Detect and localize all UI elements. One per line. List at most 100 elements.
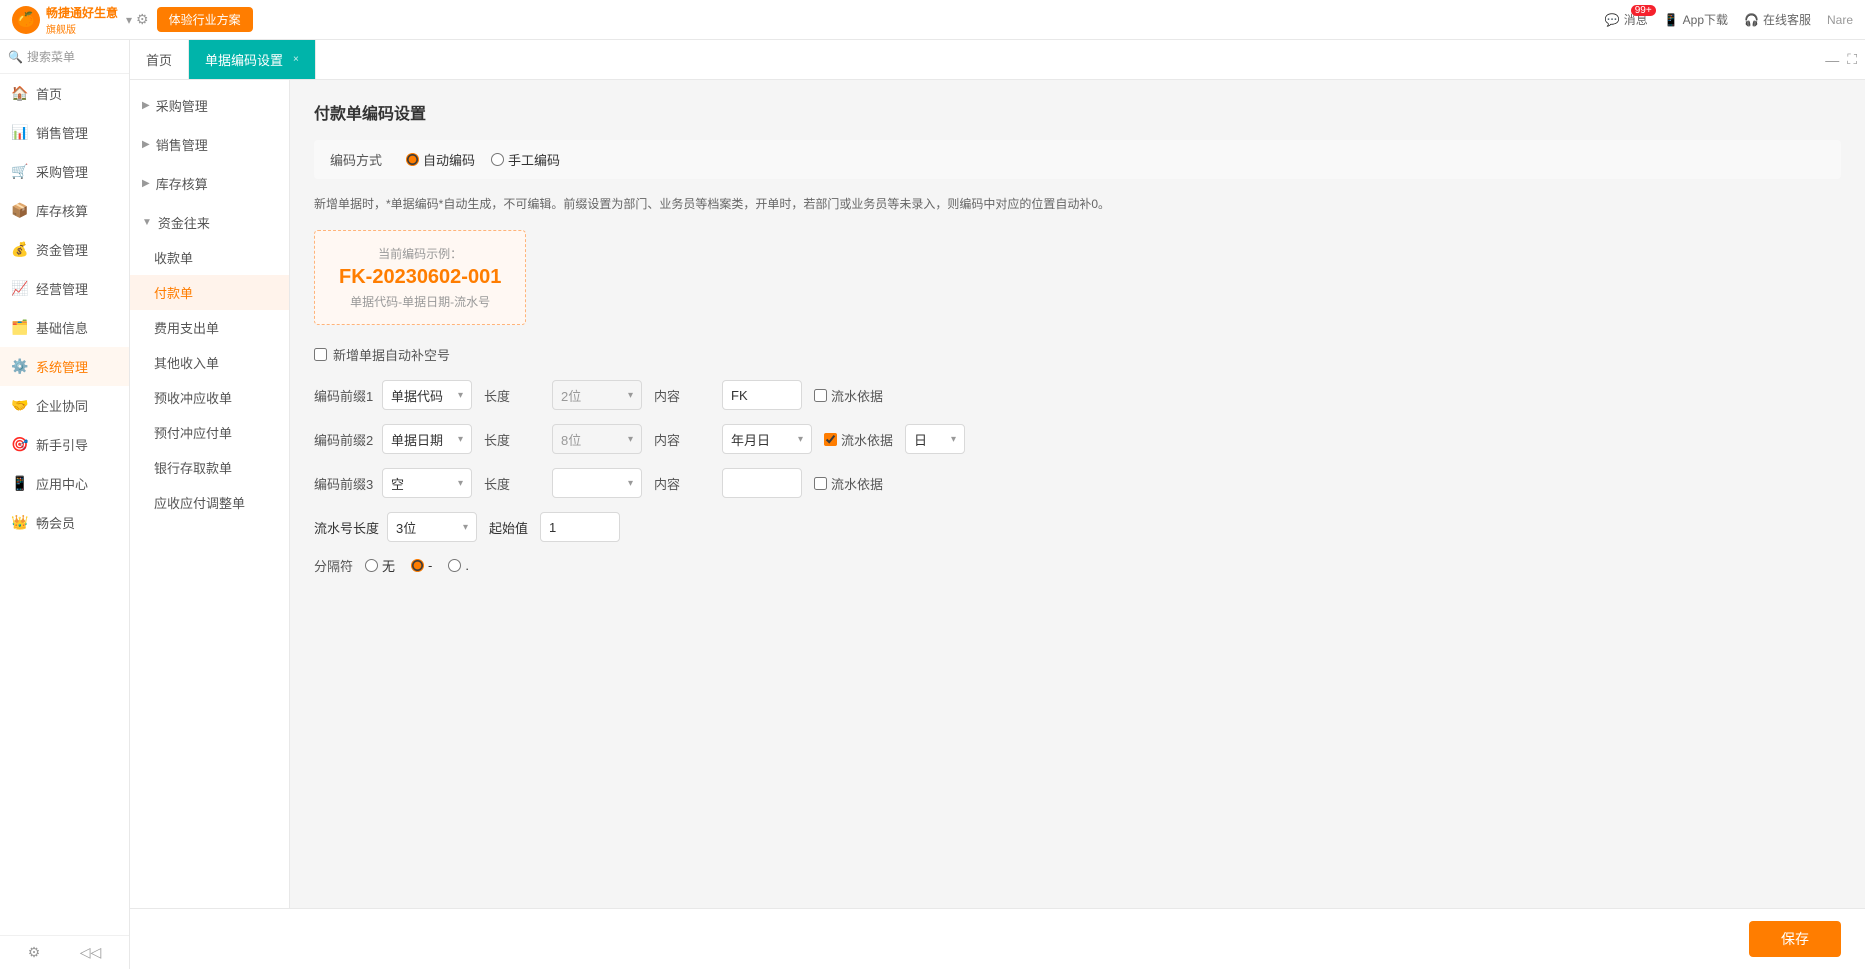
sep-dot-option[interactable]: . bbox=[448, 558, 469, 573]
cooperation-icon: 🤝 bbox=[12, 398, 28, 414]
subnav-item-bank[interactable]: 银行存取款单 bbox=[130, 450, 289, 485]
prefix-row-2: 编码前缀2 单据日期 ▾ 长度 8位 ▾ 内容 bbox=[314, 424, 1841, 454]
online-service-btn[interactable]: 🎧 在线客服 bbox=[1744, 11, 1811, 28]
subnav-item-expense[interactable]: 费用支出单 bbox=[130, 310, 289, 345]
auto-encoding-radio[interactable] bbox=[406, 153, 419, 166]
prefix-row-3: 编码前缀3 空 ▾ 长度 ▾ 内容 bbox=[314, 468, 1841, 498]
prefix2-value: 单据日期 bbox=[391, 430, 443, 449]
sidebar-search[interactable]: 🔍 搜索菜单 bbox=[0, 40, 129, 74]
form-area: 付款单编码设置 编码方式 自动编码 手工编码 bbox=[290, 80, 1865, 908]
sep-dash-radio[interactable] bbox=[411, 559, 424, 572]
home-icon: 🏠 bbox=[12, 86, 28, 102]
collapse-icon[interactable]: ◁◁ bbox=[80, 944, 102, 961]
sidebar-item-inventory[interactable]: 📦 库存核算 bbox=[0, 191, 129, 230]
nav-arrow[interactable]: ▾ bbox=[126, 13, 132, 27]
flow-checkbox-2[interactable]: 流水依据 bbox=[824, 430, 893, 449]
tab-actions: — ⛶ bbox=[1817, 51, 1865, 68]
flow-check-1[interactable] bbox=[814, 389, 827, 402]
sidebar-item-basic-info[interactable]: 🗂️ 基础信息 bbox=[0, 308, 129, 347]
main-layout: 🔍 搜索菜单 🏠 首页 📊 销售管理 🛒 采购管理 📦 库存核算 💰 资金管理 … bbox=[0, 40, 1865, 969]
prefix2-label: 编码前缀2 bbox=[314, 430, 374, 449]
sep-none-radio[interactable] bbox=[365, 559, 378, 572]
subnav-purchase-title[interactable]: ▶ 采购管理 bbox=[130, 88, 289, 123]
logo-badge: 旗舰版 bbox=[46, 21, 118, 36]
sep-none-option[interactable]: 无 bbox=[365, 556, 395, 575]
chevron-down-icon: ▼ bbox=[142, 217, 152, 228]
sidebar-item-home[interactable]: 🏠 首页 bbox=[0, 74, 129, 113]
save-button[interactable]: 保存 bbox=[1749, 921, 1841, 957]
sep-dot-radio[interactable] bbox=[448, 559, 461, 572]
subnav-sales-title[interactable]: ▶ 销售管理 bbox=[130, 127, 289, 162]
sidebar-item-operations[interactable]: 📈 经营管理 bbox=[0, 269, 129, 308]
length3-group: 长度 ▾ bbox=[484, 468, 642, 498]
auto-fill-checkbox[interactable] bbox=[314, 348, 327, 361]
subnav-group-purchase: ▶ 采购管理 bbox=[130, 88, 289, 123]
content3-input[interactable] bbox=[722, 468, 802, 498]
subnav-item-payment[interactable]: 付款单 bbox=[130, 275, 289, 310]
subnav-item-receipt[interactable]: 收款单 bbox=[130, 240, 289, 275]
flow-unit-select[interactable]: 日 ▾ bbox=[905, 424, 965, 454]
tab-bar: 首页 单据编码设置 × — ⛶ bbox=[130, 40, 1865, 80]
manual-encoding-radio[interactable] bbox=[491, 153, 504, 166]
length1-label: 长度 bbox=[484, 386, 544, 405]
tab-encoding[interactable]: 单据编码设置 × bbox=[189, 40, 316, 79]
tab-home[interactable]: 首页 bbox=[130, 40, 189, 79]
prefix1-select[interactable]: 单据代码 ▾ bbox=[382, 380, 472, 410]
subnav-purchase-label: 采购管理 bbox=[156, 96, 208, 115]
app-download-btn[interactable]: 📱 App下载 bbox=[1664, 11, 1728, 28]
sidebar-item-cooperation[interactable]: 🤝 企业协同 bbox=[0, 386, 129, 425]
start-value-input[interactable] bbox=[540, 512, 620, 542]
settings-icon[interactable]: ⚙ bbox=[136, 11, 149, 28]
user-name[interactable]: Nare bbox=[1827, 13, 1853, 27]
tab-maximize-icon[interactable]: ⛶ bbox=[1847, 51, 1857, 68]
flow-length-arrow-icon: ▾ bbox=[463, 522, 468, 533]
manual-encoding-option[interactable]: 手工编码 bbox=[491, 150, 560, 169]
length2-arrow-icon: ▾ bbox=[628, 434, 633, 445]
flow-length-select[interactable]: 3位 ▾ bbox=[387, 512, 477, 542]
sep-dash-option[interactable]: - bbox=[411, 558, 432, 573]
flow-check-2[interactable] bbox=[824, 433, 837, 446]
length1-arrow-icon: ▾ bbox=[628, 390, 633, 401]
sidebar-cooperation-label: 企业协同 bbox=[36, 396, 88, 415]
settings-bottom-icon[interactable]: ⚙ bbox=[28, 944, 41, 961]
sidebar-item-system[interactable]: ⚙️ 系统管理 bbox=[0, 347, 129, 386]
length2-group: 长度 8位 ▾ bbox=[484, 424, 642, 454]
content2-select[interactable]: 年月日 ▾ bbox=[722, 424, 812, 454]
trial-button[interactable]: 体验行业方案 bbox=[157, 7, 253, 32]
sidebar-app-center-label: 应用中心 bbox=[36, 474, 88, 493]
sidebar-item-purchase[interactable]: 🛒 采购管理 bbox=[0, 152, 129, 191]
subnav-funds-label: 资金往来 bbox=[158, 213, 210, 232]
sidebar-item-member[interactable]: 👑 畅会员 bbox=[0, 503, 129, 542]
sep-dash-label: - bbox=[428, 558, 432, 573]
content3-label: 内容 bbox=[654, 474, 714, 493]
separator-options: 无 - . bbox=[365, 556, 469, 575]
tab-minimize-icon[interactable]: — bbox=[1825, 52, 1839, 68]
flow-label-1: 流水依据 bbox=[831, 386, 883, 405]
length2-label: 长度 bbox=[484, 430, 544, 449]
auto-fill-row: 新增单据自动补空号 bbox=[314, 345, 1841, 364]
prefix3-select[interactable]: 空 ▾ bbox=[382, 468, 472, 498]
prefix2-select[interactable]: 单据日期 ▾ bbox=[382, 424, 472, 454]
sidebar-item-sales[interactable]: 📊 销售管理 bbox=[0, 113, 129, 152]
subnav-funds-title[interactable]: ▼ 资金往来 bbox=[130, 205, 289, 240]
flow-check-3[interactable] bbox=[814, 477, 827, 490]
subnav-item-prepay-offset[interactable]: 预收冲应收单 bbox=[130, 380, 289, 415]
messages-btn[interactable]: 💬 消息 99+ bbox=[1605, 11, 1648, 28]
subnav-group-sales: ▶ 销售管理 bbox=[130, 127, 289, 162]
length3-select[interactable]: ▾ bbox=[552, 468, 642, 498]
subnav-item-other-income[interactable]: 其他收入单 bbox=[130, 345, 289, 380]
content2-value: 年月日 bbox=[731, 430, 770, 449]
subnav-inventory-title[interactable]: ▶ 库存核算 bbox=[130, 166, 289, 201]
sidebar-item-finance[interactable]: 💰 资金管理 bbox=[0, 230, 129, 269]
length1-value: 2位 bbox=[561, 386, 581, 405]
auto-encoding-option[interactable]: 自动编码 bbox=[406, 150, 475, 169]
subnav-item-ar-ap-adjust[interactable]: 应收应付调整单 bbox=[130, 485, 289, 520]
sidebar-item-guide[interactable]: 🎯 新手引导 bbox=[0, 425, 129, 464]
content1-input[interactable] bbox=[722, 380, 802, 410]
tab-close-icon[interactable]: × bbox=[293, 54, 299, 65]
subnav-item-advance-offset[interactable]: 预付冲应付单 bbox=[130, 415, 289, 450]
preview-sub: 单据代码-单据日期-流水号 bbox=[339, 293, 501, 310]
sidebar-item-app-center[interactable]: 📱 应用中心 bbox=[0, 464, 129, 503]
flow-checkbox-1[interactable]: 流水依据 bbox=[814, 386, 883, 405]
flow-checkbox-3[interactable]: 流水依据 bbox=[814, 474, 883, 493]
